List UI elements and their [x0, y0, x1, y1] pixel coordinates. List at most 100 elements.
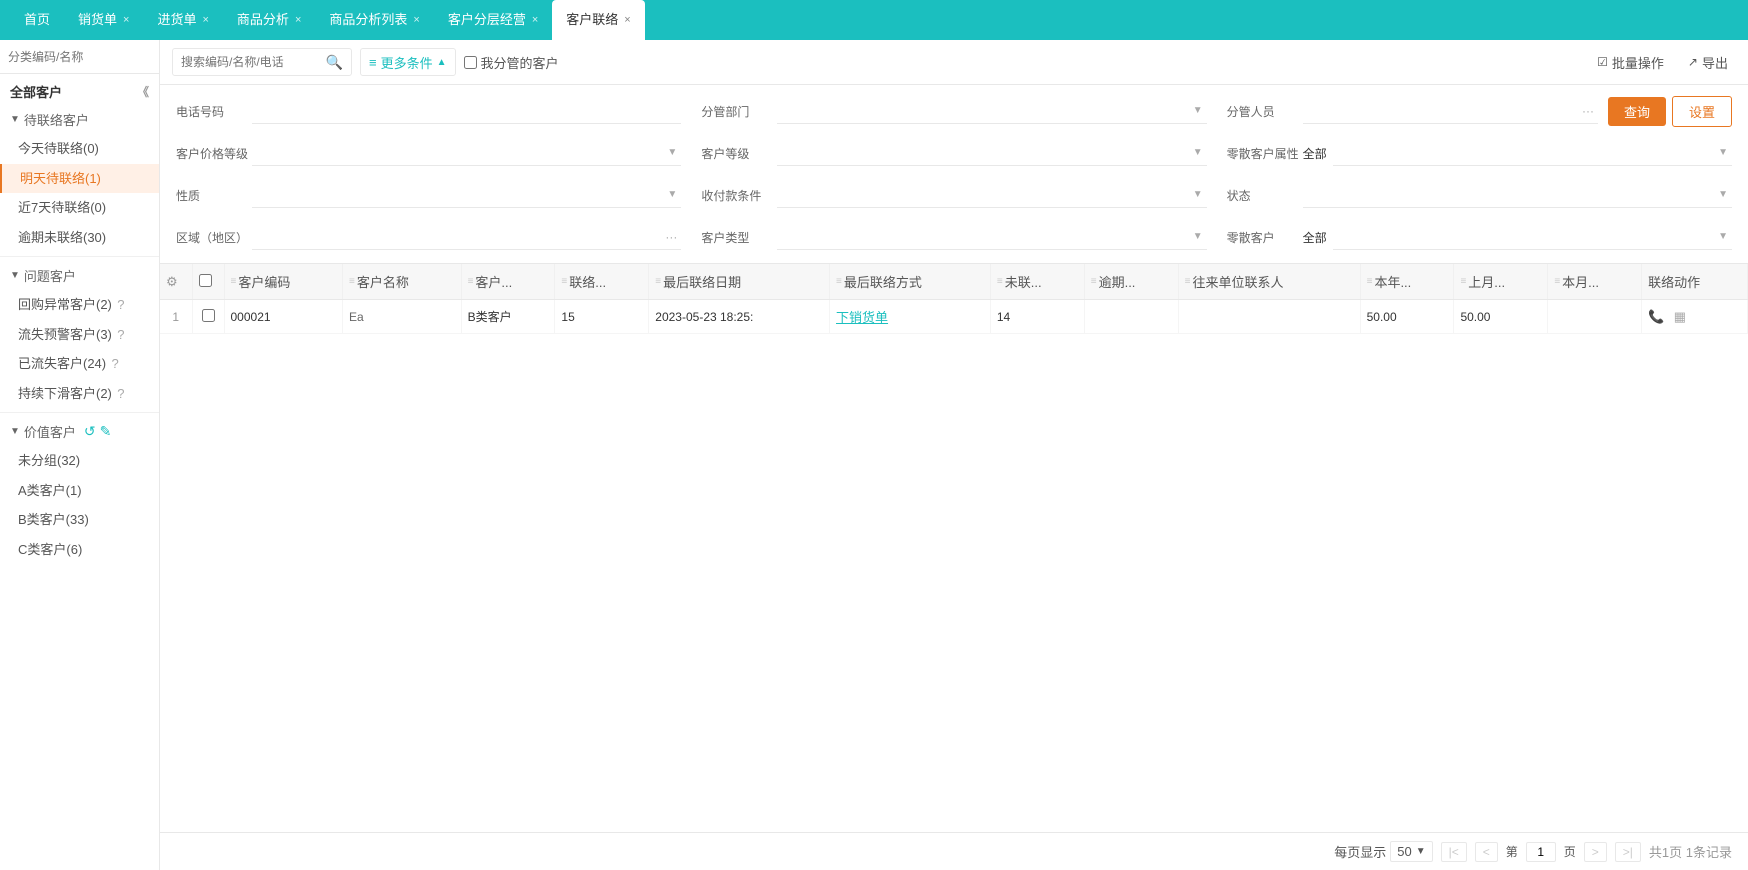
- col-overdue: ≡逾期...: [1084, 264, 1178, 300]
- collapse-icon[interactable]: 《: [137, 83, 149, 100]
- first-page-button[interactable]: |<: [1441, 842, 1467, 862]
- filter-status-select[interactable]: ▼: [1303, 182, 1732, 208]
- qr-action-icon[interactable]: ▦: [1674, 309, 1686, 324]
- nav-product-analysis[interactable]: 商品分析 ×: [223, 0, 315, 40]
- sidebar-item-class-a[interactable]: A类客户(1): [0, 476, 159, 506]
- sidebar-item-repurchase-abnormal[interactable]: 回购异常客户(2) ?: [0, 290, 159, 320]
- filter-phone-label: 电话号码: [176, 103, 252, 120]
- group-value-customers[interactable]: ▼ 价值客户 ↺ ✎: [0, 417, 159, 446]
- export-icon: ↗: [1688, 55, 1698, 69]
- filter-dept-select[interactable]: ▼: [777, 98, 1206, 124]
- edit-icon[interactable]: ✎: [100, 423, 112, 440]
- sidebar: 🔍 全部客户 《 ▼ 待联络客户 今天待联络(0) 明天待联络(1) 近7天待联…: [0, 40, 160, 870]
- more-filters-button[interactable]: ≡ 更多条件 ▲: [360, 48, 456, 76]
- filter-customer-type-select[interactable]: ▼: [777, 224, 1206, 250]
- page-size-dropdown[interactable]: 50 ▼: [1390, 841, 1432, 862]
- refresh-icon[interactable]: ↺: [84, 423, 96, 440]
- last-method-link[interactable]: 下销货单: [836, 310, 888, 325]
- page-number-input[interactable]: [1526, 842, 1556, 862]
- sidebar-search-input[interactable]: [8, 50, 160, 64]
- row-code: 000021: [224, 300, 343, 334]
- payment-arrow: ▼: [1193, 189, 1203, 200]
- batch-operations-button[interactable]: ☑ 批量操作: [1589, 48, 1672, 76]
- filter-manager-label: 分管人员: [1227, 103, 1303, 120]
- filter-retail-attr-select[interactable]: ▼: [1333, 140, 1732, 166]
- prev-page-button[interactable]: <: [1475, 842, 1498, 862]
- select-all-checkbox[interactable]: [199, 274, 212, 287]
- filter-chevron: ▲: [437, 57, 447, 68]
- filter-retail-customer-row: 零散客户 全部 ▼: [1227, 221, 1732, 253]
- nav-close-customer-tier[interactable]: ×: [532, 0, 538, 40]
- my-customers-checkbox[interactable]: [464, 56, 477, 69]
- nav-product-analysis-list[interactable]: 商品分析列表 ×: [315, 0, 433, 40]
- nav-close-product-analysis-list[interactable]: ×: [413, 0, 419, 40]
- nav-purchase-order[interactable]: 进货单 ×: [143, 0, 222, 40]
- group-problem-customers[interactable]: ▼ 问题客户: [0, 261, 159, 290]
- customer-grade-arrow: ▼: [1193, 147, 1203, 158]
- nav-sales-order[interactable]: 销货单 ×: [64, 0, 143, 40]
- next-page-button[interactable]: >: [1584, 842, 1607, 862]
- top-navigation: 首页 销货单 × 进货单 × 商品分析 × 商品分析列表 × 客户分层经营 × …: [0, 0, 1748, 40]
- nav-close-purchase[interactable]: ×: [202, 0, 208, 40]
- filter-region-select[interactable]: ···: [252, 224, 681, 250]
- sidebar-item-class-c[interactable]: C类客户(6): [0, 535, 159, 565]
- col-code: ≡客户编码: [224, 264, 343, 300]
- group-arrow-2: ▼: [10, 270, 20, 281]
- table-body: 1 000021 Ea B类客户 15 2023-05-23 18:25: 下销…: [160, 300, 1748, 334]
- nav-home[interactable]: 首页: [10, 0, 64, 40]
- settings-button[interactable]: 设置: [1672, 96, 1732, 127]
- filter-nature-select[interactable]: ▼: [252, 182, 681, 208]
- retail-customer-arrow: ▼: [1718, 231, 1728, 242]
- sidebar-item-declining[interactable]: 持续下滑客户(2) ?: [0, 379, 159, 409]
- row-last-method: 下销货单: [830, 300, 991, 334]
- filter-phone-input[interactable]: [252, 98, 681, 124]
- filter-price-grade-select[interactable]: ▼: [252, 140, 681, 166]
- phone-action-icon[interactable]: 📞: [1648, 309, 1664, 324]
- filter-retail-customer-label: 零散客户: [1227, 229, 1303, 246]
- search-box: 🔍: [172, 48, 352, 76]
- sidebar-item-tomorrow-contact[interactable]: 明天待联络(1): [0, 164, 159, 194]
- page-size-select: 每页显示 50 ▼: [1334, 841, 1432, 862]
- sidebar-item-today-contact[interactable]: 今天待联络(0): [0, 134, 159, 164]
- main-search-icon[interactable]: 🔍: [326, 54, 343, 71]
- sidebar-item-overdue-contact[interactable]: 逾期未联络(30): [0, 223, 159, 253]
- export-button[interactable]: ↗ 导出: [1680, 48, 1736, 76]
- filter-grid-inner: 电话号码 分管部门 ▼ 分管人员 ··· 查询: [176, 95, 1732, 253]
- customer-type-arrow: ▼: [1193, 231, 1203, 242]
- filter-customer-grade-select[interactable]: ▼: [777, 140, 1206, 166]
- help-icon-3: ?: [111, 356, 118, 371]
- group-pending-contact[interactable]: ▼ 待联络客户: [0, 105, 159, 134]
- col-unit-contact: ≡往来单位联系人: [1178, 264, 1360, 300]
- sidebar-item-churned[interactable]: 已流失客户(24) ?: [0, 349, 159, 379]
- col-year-amt: ≡本年...: [1360, 264, 1454, 300]
- col-checkbox: [192, 264, 224, 300]
- filter-region-row: 区域（地区） ···: [176, 221, 681, 253]
- filter-retail-attr-row: 零散客户属性 全部 ▼: [1227, 137, 1732, 169]
- my-customers-checkbox-label[interactable]: 我分管的客户: [464, 53, 559, 72]
- nav-customer-contact[interactable]: 客户联络 ×: [552, 0, 644, 40]
- row-checkbox[interactable]: [202, 309, 215, 322]
- last-page-button[interactable]: >|: [1615, 842, 1641, 862]
- sidebar-item-7days-contact[interactable]: 近7天待联络(0): [0, 193, 159, 223]
- filter-phone-row: 电话号码: [176, 95, 681, 127]
- sidebar-item-churn-warning[interactable]: 流失预警客户(3) ?: [0, 320, 159, 350]
- sidebar-item-ungrouped[interactable]: 未分组(32): [0, 446, 159, 476]
- col-name: ≡客户名称: [343, 264, 462, 300]
- filter-retail-customer-select[interactable]: ▼: [1333, 224, 1732, 250]
- nav-close-customer-contact[interactable]: ×: [624, 0, 630, 40]
- col-uncontacted: ≡未联...: [990, 264, 1084, 300]
- filter-payment-select[interactable]: ▼: [777, 182, 1206, 208]
- nav-close-sales[interactable]: ×: [123, 0, 129, 40]
- help-icon-1: ?: [117, 297, 124, 312]
- nav-customer-tier[interactable]: 客户分层经营 ×: [434, 0, 552, 40]
- filter-manager-select[interactable]: ···: [1303, 98, 1598, 124]
- filter-manager-row: 分管人员 ··· 查询 设置: [1227, 95, 1732, 127]
- filter-status-label: 状态: [1227, 187, 1303, 204]
- nav-close-product-analysis[interactable]: ×: [295, 0, 301, 40]
- col-last-month-amt: ≡上月...: [1454, 264, 1548, 300]
- table-settings-icon[interactable]: ⚙: [166, 274, 178, 289]
- query-button[interactable]: 查询: [1608, 97, 1666, 126]
- main-search-input[interactable]: [181, 55, 322, 69]
- sidebar-item-class-b[interactable]: B类客户(33): [0, 505, 159, 535]
- filter-icon: ≡: [369, 55, 377, 70]
